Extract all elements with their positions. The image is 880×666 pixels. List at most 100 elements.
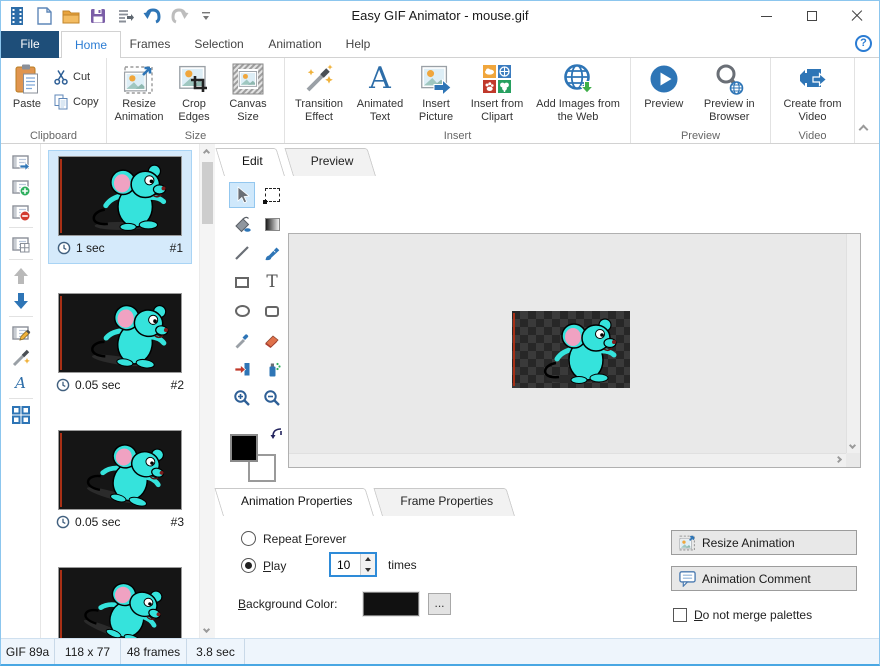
play-radio[interactable] [241, 558, 256, 573]
rounded-rectangle-tool[interactable] [259, 298, 285, 324]
frame-list-scrollbar[interactable] [199, 144, 215, 638]
tab-selection[interactable]: Selection [189, 31, 249, 58]
eyedropper-tool[interactable] [229, 327, 255, 353]
ellipse-tool[interactable] [229, 298, 255, 324]
insert-picture-button[interactable]: Insert Picture [411, 61, 461, 124]
crop-edges-button[interactable]: Crop Edges [167, 61, 221, 124]
cut-button[interactable]: Cut [53, 69, 99, 85]
help-icon[interactable]: ? [855, 35, 872, 52]
maximize-button[interactable] [789, 1, 834, 31]
edit-frame-icon[interactable] [8, 320, 34, 345]
spray-tool[interactable] [259, 356, 285, 382]
marquee-tool[interactable] [259, 182, 285, 208]
export-frames-icon[interactable] [115, 5, 135, 27]
animation-comment-button[interactable]: Animation Comment [671, 566, 857, 591]
tab-home[interactable]: Home [61, 31, 121, 58]
redo-icon[interactable] [169, 5, 189, 27]
line-tool[interactable] [229, 240, 255, 266]
frame-item-4[interactable]: 0.05 sec #4 [48, 562, 192, 638]
tab-edit[interactable]: Edit [224, 148, 293, 176]
export-frames-icon[interactable] [8, 149, 34, 174]
paste-button[interactable]: Paste [5, 61, 49, 111]
frame-item-2[interactable]: 0.05 sec #2 [48, 288, 192, 402]
save-icon[interactable] [88, 5, 108, 27]
create-from-video-button[interactable]: Create from Video [775, 61, 850, 124]
canvas-vertical-scrollbar[interactable] [846, 234, 860, 453]
transition-effect-button[interactable]: Transition Effect [289, 61, 349, 124]
undo-icon[interactable] [142, 5, 162, 27]
zoom-in-tool[interactable] [229, 385, 255, 411]
repeat-forever-radio[interactable] [241, 531, 256, 546]
canvas-horizontal-scrollbar[interactable] [289, 453, 846, 467]
pointer-tool[interactable] [229, 182, 255, 208]
resize-animation-button[interactable]: Resize Animation [111, 61, 167, 124]
do-not-merge-palettes-option[interactable]: Do not merge palettes [673, 608, 812, 622]
delete-frame-icon[interactable] [8, 199, 34, 224]
canvas-image[interactable] [512, 311, 630, 388]
move-frame-up-icon[interactable] [8, 263, 34, 288]
preview-in-browser-button[interactable]: Preview in Browser [693, 61, 766, 124]
gradient-tool[interactable] [259, 211, 285, 237]
spin-down-button[interactable] [361, 565, 375, 576]
animated-text-button[interactable]: A Animated Text [349, 61, 411, 124]
brush-tool[interactable] [259, 240, 285, 266]
play-times-input[interactable] [331, 554, 360, 575]
add-text-icon[interactable]: A [8, 370, 34, 395]
spin-up-button[interactable] [361, 554, 375, 565]
canvas-size-button[interactable]: Canvas Size [221, 61, 275, 124]
eraser-tool[interactable] [259, 327, 285, 353]
duplicate-frame-icon[interactable] [8, 231, 34, 256]
paste-icon [11, 63, 43, 95]
close-button[interactable] [834, 1, 879, 31]
frame-item-1[interactable]: 1 sec #1 [48, 150, 192, 264]
frame-item-3[interactable]: 0.05 sec #3 [48, 425, 192, 539]
replace-color-tool[interactable] [229, 356, 255, 382]
clipart-icon [481, 63, 513, 95]
canvas-panel [288, 233, 861, 468]
collapse-ribbon-button[interactable] [855, 58, 879, 143]
title-bar: Easy GIF Animator - mouse.gif [1, 1, 879, 31]
tab-animation-properties[interactable]: Animation Properties [223, 488, 382, 516]
text-tool[interactable]: T [259, 269, 285, 295]
do-not-merge-palettes-checkbox[interactable] [673, 608, 687, 622]
add-images-from-web-button[interactable]: Add Images from the Web [533, 61, 623, 124]
customize-qat-icon[interactable] [196, 5, 216, 27]
frame-thumbnail [58, 293, 182, 373]
fill-tool[interactable] [229, 211, 255, 237]
play-option[interactable]: Play [241, 558, 286, 573]
animation-background-color-swatch[interactable] [363, 592, 419, 616]
tab-help[interactable]: Help [337, 31, 379, 58]
foreground-color-swatch[interactable] [230, 434, 258, 462]
scrollbar-thumb[interactable] [202, 162, 213, 224]
repeat-forever-option[interactable]: Repeat Forever [241, 531, 346, 546]
magnifier-globe-icon [713, 63, 745, 95]
resize-animation-panel-button[interactable]: Resize Animation [671, 530, 857, 555]
move-frame-down-icon[interactable] [8, 288, 34, 313]
tab-frames[interactable]: Frames [123, 31, 177, 58]
insert-from-clipart-button[interactable]: Insert from Clipart [461, 61, 533, 124]
tab-edit-preview[interactable]: Preview [293, 148, 384, 176]
tile-view-icon[interactable] [8, 402, 34, 427]
zoom-out-tool[interactable] [259, 385, 285, 411]
open-file-icon[interactable] [61, 5, 81, 27]
ribbon-tab-strip: File Home Frames Selection Animation Hel… [1, 31, 879, 58]
rectangle-tool[interactable] [229, 269, 255, 295]
ribbon-group-size: Resize Animation Crop Edges Can [107, 58, 285, 143]
tab-file[interactable]: File [1, 31, 59, 58]
minimize-button[interactable] [744, 1, 789, 31]
ribbon-group-insert: Transition Effect A Animated Text Insert… [285, 58, 631, 143]
magic-wand-icon [303, 63, 335, 95]
tab-frame-properties[interactable]: Frame Properties [382, 488, 523, 516]
swap-colors-icon[interactable] [270, 426, 286, 442]
tab-animation[interactable]: Animation [263, 31, 327, 58]
window-title: Easy GIF Animator - mouse.gif [351, 1, 528, 31]
frame-list: 1 sec #1 0.05 sec #2 [41, 144, 199, 638]
background-color-browse-button[interactable]: ... [428, 593, 451, 615]
new-file-icon[interactable] [34, 5, 54, 27]
copy-button[interactable]: Copy [53, 94, 99, 110]
add-frame-icon[interactable] [8, 174, 34, 199]
preview-button[interactable]: Preview [635, 61, 693, 111]
frame-toolbar: A [1, 144, 41, 638]
magic-wand-icon[interactable] [8, 345, 34, 370]
play-times-spinner[interactable] [329, 552, 377, 577]
